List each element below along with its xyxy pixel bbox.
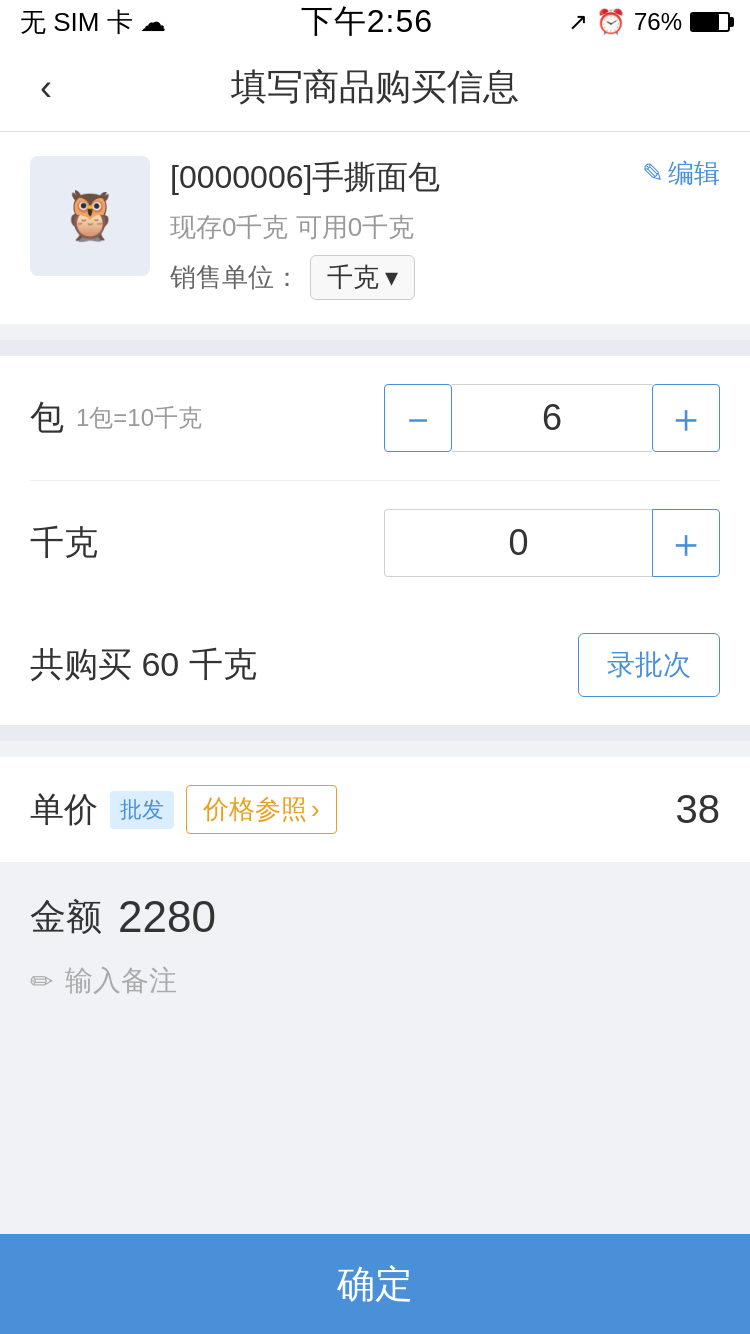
quantity-row-kg: 千克 ＋ [30, 481, 720, 605]
quantity-label-bao: 包 1包=10千克 [30, 395, 202, 441]
price-ref-icon: › [311, 794, 320, 825]
quantity-input-bao[interactable] [452, 384, 652, 452]
record-batch-button[interactable]: 录批次 [578, 633, 720, 697]
price-type-badge: 批发 [110, 791, 174, 829]
product-name: [0000006]手撕面包 [170, 156, 642, 200]
plus-button-kg[interactable]: ＋ [652, 509, 720, 577]
unit-dropdown-icon: ▾ [385, 262, 398, 293]
quantity-input-kg[interactable] [384, 509, 652, 577]
quantity-sub-bao: 1包=10千克 [76, 402, 202, 434]
product-section: 🦉 [0000006]手撕面包 ✎ 编辑 现存0千克 可用0千克 销售单位： 千… [0, 132, 750, 324]
quantity-label-kg: 千克 [30, 520, 98, 566]
status-time: 下午2:56 [301, 0, 433, 44]
product-thumbnail-icon: 🦉 [60, 188, 120, 244]
battery-icon [690, 12, 730, 32]
amount-value: 2280 [118, 892, 216, 942]
alarm-icon: ⏰ [596, 8, 626, 36]
product-unit-row: 销售单位： 千克 ▾ [170, 255, 720, 300]
product-details: [0000006]手撕面包 ✎ 编辑 现存0千克 可用0千克 销售单位： 千克 … [170, 156, 720, 300]
quantity-row-bao: 包 1包=10千克 － ＋ [30, 356, 720, 481]
quantity-controls-bao: － ＋ [384, 384, 720, 452]
location-icon: ↗ [568, 8, 588, 36]
notes-row[interactable]: ✏ 输入备注 [30, 962, 720, 1000]
status-left: 无 SIM 卡 ☁ [20, 5, 166, 40]
edit-label: 编辑 [668, 156, 720, 191]
content-area [0, 1028, 750, 1234]
amount-row: 金额 2280 [30, 892, 720, 942]
notes-placeholder: 输入备注 [65, 962, 177, 1000]
price-value: 38 [676, 787, 721, 832]
unit-selector[interactable]: 千克 ▾ [310, 255, 415, 300]
page-title: 填写商品购买信息 [231, 63, 519, 112]
unit-label: 销售单位： [170, 260, 300, 295]
back-button[interactable]: ‹ [30, 57, 62, 119]
amount-label: 金额 [30, 893, 102, 942]
no-sim-label: 无 SIM 卡 ☁ [20, 5, 166, 40]
product-header: [0000006]手撕面包 ✎ 编辑 [170, 156, 720, 200]
price-label: 单价 [30, 787, 98, 833]
total-row: 共购买 60 千克 录批次 [0, 605, 750, 725]
status-bar: 无 SIM 卡 ☁ 下午2:56 ↗ ⏰ 76% [0, 0, 750, 44]
unit-value: 千克 [327, 260, 379, 295]
quantity-section: 包 1包=10千克 － ＋ 千克 ＋ [0, 356, 750, 605]
price-section: 单价 批发 价格参照 › 38 [0, 757, 750, 862]
price-ref-label: 价格参照 [203, 792, 307, 827]
price-row: 单价 批发 价格参照 › 38 [30, 785, 720, 834]
nav-bar: ‹ 填写商品购买信息 [0, 44, 750, 132]
product-stock: 现存0千克 可用0千克 [170, 210, 720, 245]
product-image: 🦉 [30, 156, 150, 276]
battery-label: 76% [634, 8, 682, 36]
quantity-controls-kg: ＋ [384, 509, 720, 577]
divider-1 [0, 340, 750, 356]
price-left: 单价 批发 价格参照 › [30, 785, 337, 834]
quantity-unit-kg: 千克 [30, 520, 98, 566]
quantity-unit-bao: 包 [30, 395, 64, 441]
price-ref-button[interactable]: 价格参照 › [186, 785, 337, 834]
confirm-button[interactable]: 确定 [0, 1234, 750, 1334]
notes-icon: ✏ [30, 965, 53, 998]
plus-button-bao[interactable]: ＋ [652, 384, 720, 452]
divider-2 [0, 725, 750, 741]
status-right: ↗ ⏰ 76% [568, 8, 730, 36]
battery-fill [692, 14, 719, 30]
edit-button[interactable]: ✎ 编辑 [642, 156, 720, 191]
amount-section: 金额 2280 ✏ 输入备注 [0, 864, 750, 1028]
edit-icon: ✎ [642, 158, 664, 189]
minus-button-bao[interactable]: － [384, 384, 452, 452]
total-label: 共购买 60 千克 [30, 642, 257, 688]
